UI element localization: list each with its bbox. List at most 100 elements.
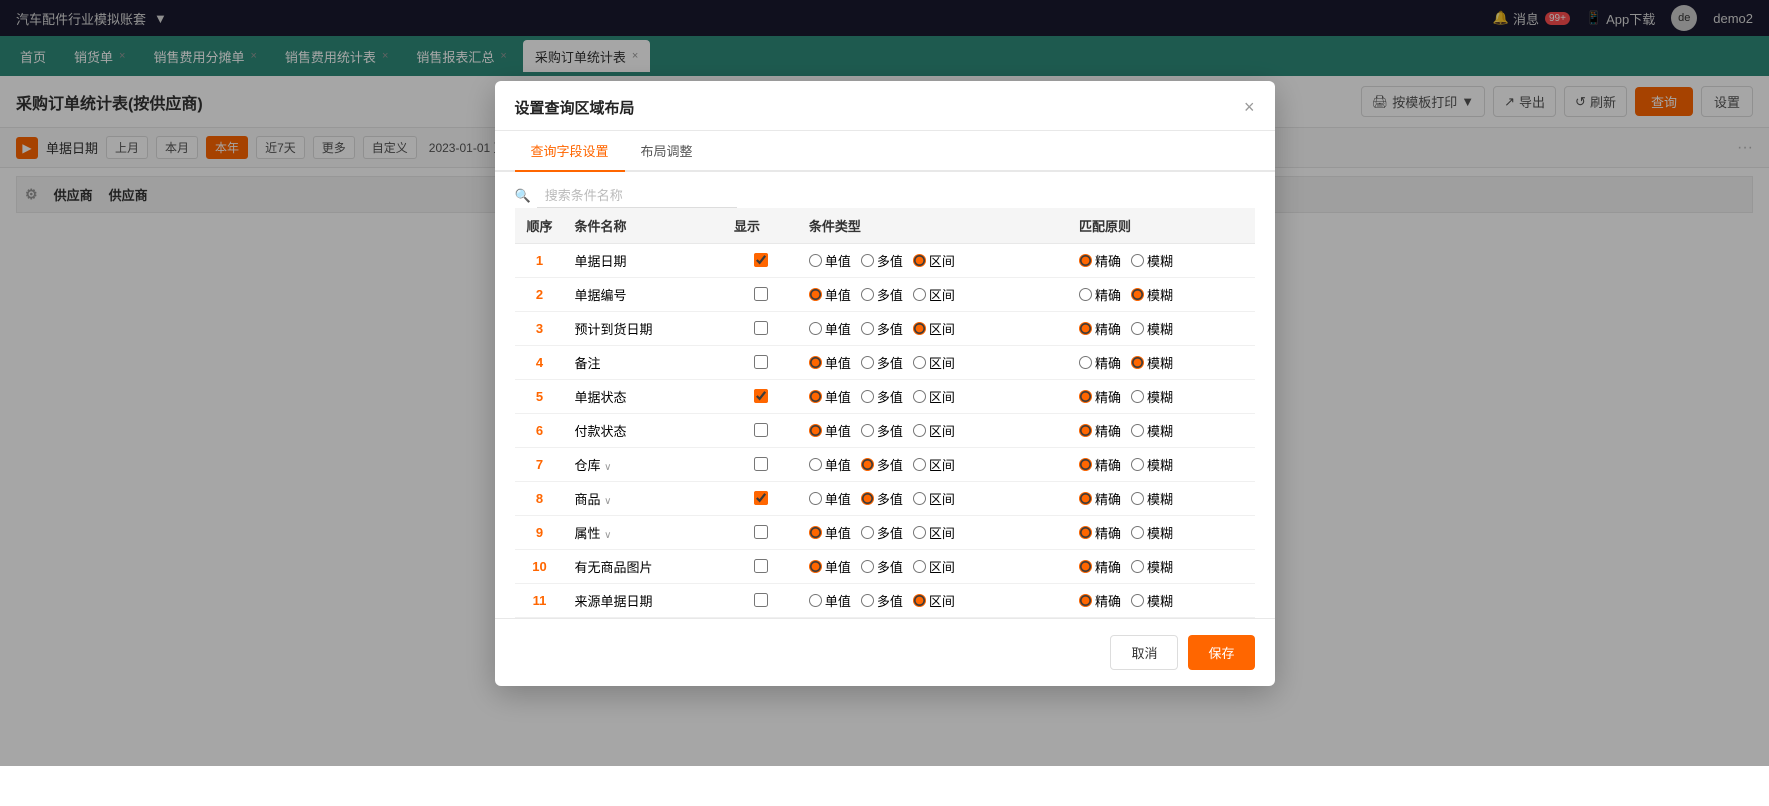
dropdown-arrow: ∨ (604, 530, 611, 541)
row-order: 3 (515, 311, 565, 345)
type-radio-item[interactable]: 多值 (861, 319, 903, 338)
type-radio-item[interactable]: 区间 (913, 591, 955, 610)
modal-footer: 取消 保存 (495, 618, 1275, 686)
modal-tabs: 查询字段设置 布局调整 (495, 131, 1275, 172)
match-radio-item[interactable]: 精确 (1079, 523, 1121, 542)
row-match: 精确模糊 (1069, 311, 1255, 345)
type-radio-item[interactable]: 区间 (913, 455, 955, 474)
tab-query-fields[interactable]: 查询字段设置 (515, 131, 625, 172)
type-radio-item[interactable]: 单值 (809, 387, 851, 406)
match-radio-item[interactable]: 精确 (1079, 387, 1121, 406)
display-checkbox[interactable] (754, 491, 768, 505)
type-radio-item[interactable]: 多值 (861, 455, 903, 474)
type-radio-item[interactable]: 区间 (913, 285, 955, 304)
match-radio-item[interactable]: 精确 (1079, 591, 1121, 610)
type-radio-item[interactable]: 单值 (809, 489, 851, 508)
match-radio-item[interactable]: 精确 (1079, 557, 1121, 576)
type-radio-item[interactable]: 单值 (809, 285, 851, 304)
type-radio-item[interactable]: 多值 (861, 251, 903, 270)
row-match: 精确模糊 (1069, 277, 1255, 311)
match-radio-item[interactable]: 模糊 (1131, 353, 1173, 372)
type-radio-item[interactable]: 多值 (861, 285, 903, 304)
modal-close-button[interactable]: × (1244, 98, 1255, 116)
type-radio-item[interactable]: 区间 (913, 489, 955, 508)
match-radio-item[interactable]: 精确 (1079, 455, 1121, 474)
type-radio-item[interactable]: 区间 (913, 387, 955, 406)
match-radio-item[interactable]: 精确 (1079, 421, 1121, 440)
type-radio-item[interactable]: 单值 (809, 421, 851, 440)
save-button[interactable]: 保存 (1188, 635, 1254, 670)
type-radio-item[interactable]: 区间 (913, 523, 955, 542)
display-checkbox[interactable] (754, 389, 768, 403)
type-radio-item[interactable]: 区间 (913, 319, 955, 338)
table-row: 5单据状态单值多值区间精确模糊 (515, 379, 1255, 413)
table-row: 3预计到货日期 单值多值区间 精确模糊 (515, 311, 1255, 345)
row-name: 属性 ∨ (565, 515, 724, 549)
match-radio-item[interactable]: 精确 (1079, 285, 1121, 304)
display-checkbox[interactable] (754, 355, 768, 369)
row-name: 单据编号 (565, 277, 724, 311)
tab-layout-adjust[interactable]: 布局调整 (625, 131, 709, 172)
type-radio-item[interactable]: 多值 (861, 421, 903, 440)
row-order: 5 (515, 379, 565, 413)
th-type: 条件类型 (799, 208, 1069, 244)
match-radio-item[interactable]: 模糊 (1131, 489, 1173, 508)
match-radio-item[interactable]: 模糊 (1131, 251, 1173, 270)
type-radio-item[interactable]: 多值 (861, 353, 903, 372)
row-name: 有无商品图片 (565, 549, 724, 583)
display-checkbox[interactable] (754, 287, 768, 301)
match-radio-item[interactable]: 精确 (1079, 353, 1121, 372)
table-row: 8商品 ∨单值多值区间精确模糊 (515, 481, 1255, 515)
table-row: 10有无商品图片单值多值区间精确模糊 (515, 549, 1255, 583)
match-radio-item[interactable]: 模糊 (1131, 591, 1173, 610)
match-radio-item[interactable]: 模糊 (1131, 523, 1173, 542)
type-radio-item[interactable]: 多值 (861, 387, 903, 406)
type-radio-item[interactable]: 单值 (809, 319, 851, 338)
type-radio-item[interactable]: 单值 (809, 523, 851, 542)
type-radio-item[interactable]: 单值 (809, 251, 851, 270)
display-checkbox[interactable] (754, 525, 768, 539)
row-match: 精确模糊 (1069, 515, 1255, 549)
match-radio-item[interactable]: 模糊 (1131, 285, 1173, 304)
display-checkbox[interactable] (754, 423, 768, 437)
display-checkbox[interactable] (754, 253, 768, 267)
row-name: 单据日期 (565, 243, 724, 277)
row-match: 精确模糊 (1069, 583, 1255, 617)
type-radio-item[interactable]: 区间 (913, 353, 955, 372)
table-row: 6付款状态单值多值区间精确模糊 (515, 413, 1255, 447)
match-radio-item[interactable]: 模糊 (1131, 387, 1173, 406)
type-radio-item[interactable]: 多值 (861, 557, 903, 576)
modal-title: 设置查询区域布局 (515, 97, 635, 118)
type-radio-item[interactable]: 单值 (809, 455, 851, 474)
type-radio-item[interactable]: 多值 (861, 523, 903, 542)
row-display (724, 379, 799, 413)
match-radio-item[interactable]: 精确 (1079, 251, 1121, 270)
row-type: 单值多值区间 (799, 277, 1069, 311)
display-checkbox[interactable] (754, 457, 768, 471)
display-checkbox[interactable] (754, 593, 768, 607)
type-radio-item[interactable]: 区间 (913, 421, 955, 440)
type-radio-item[interactable]: 多值 (861, 591, 903, 610)
match-radio-item[interactable]: 模糊 (1131, 455, 1173, 474)
type-radio-item[interactable]: 单值 (809, 353, 851, 372)
row-name: 预计到货日期 (565, 311, 724, 345)
type-radio-item[interactable]: 单值 (809, 591, 851, 610)
cancel-button[interactable]: 取消 (1110, 635, 1178, 670)
modal-overlay: 设置查询区域布局 × 查询字段设置 布局调整 🔍 顺序 条件名称 显示 条件类型 (0, 0, 1769, 766)
match-radio-item[interactable]: 模糊 (1131, 319, 1173, 338)
match-radio-item[interactable]: 精确 (1079, 319, 1121, 338)
match-radio-item[interactable]: 模糊 (1131, 421, 1173, 440)
type-radio-item[interactable]: 区间 (913, 251, 955, 270)
row-display (724, 549, 799, 583)
type-radio-item[interactable]: 单值 (809, 557, 851, 576)
row-order: 4 (515, 345, 565, 379)
search-input[interactable] (537, 184, 737, 208)
type-radio-item[interactable]: 多值 (861, 489, 903, 508)
type-radio-item[interactable]: 区间 (913, 557, 955, 576)
match-radio-item[interactable]: 精确 (1079, 489, 1121, 508)
display-checkbox[interactable] (754, 559, 768, 573)
display-checkbox[interactable] (754, 321, 768, 335)
row-match: 精确模糊 (1069, 413, 1255, 447)
match-radio-item[interactable]: 模糊 (1131, 557, 1173, 576)
row-display (724, 311, 799, 345)
